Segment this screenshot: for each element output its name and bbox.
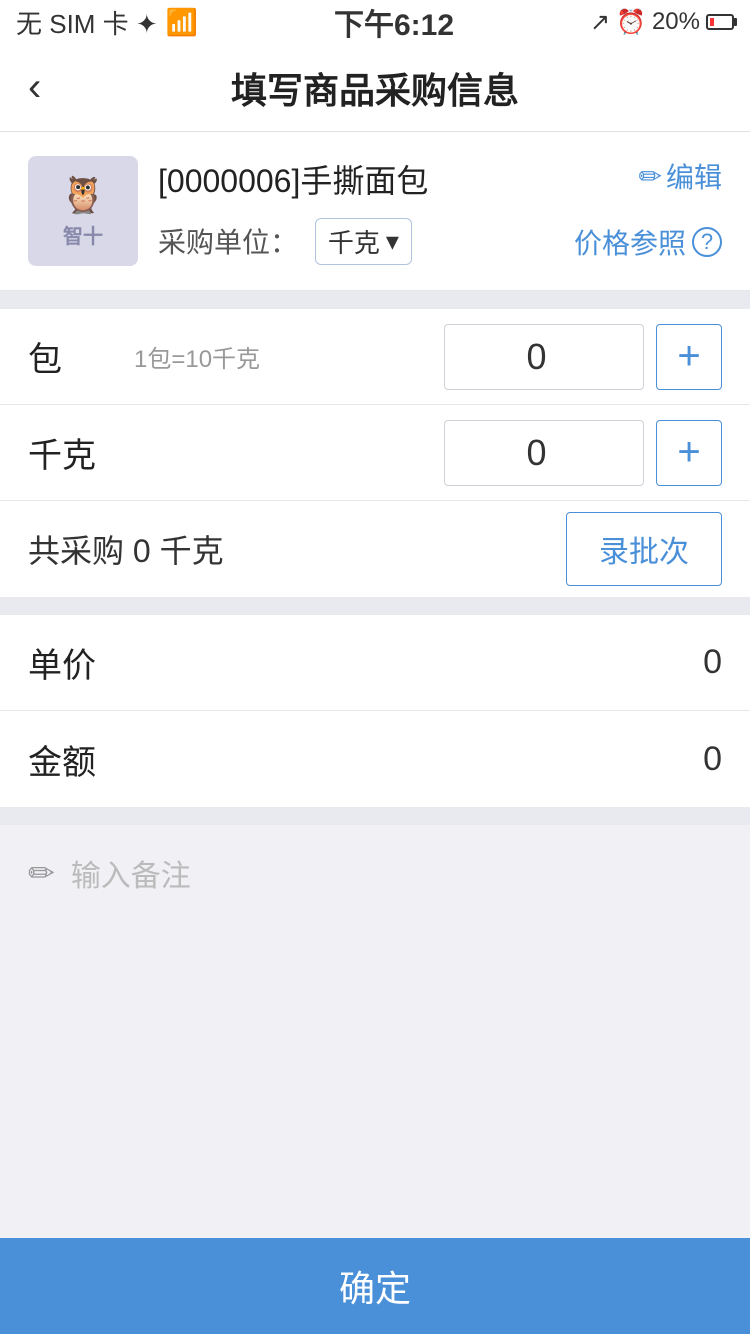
status-left: 无 SIM 卡 ✦ 📶 [16,4,198,41]
help-icon: ? [692,227,722,257]
amount-value: 0 [703,740,722,779]
price-ref-label: 价格参照 [574,222,686,262]
battery-icon [706,14,734,30]
edit-icon: ✏ [639,160,662,193]
kg-input-row: 千克 + [0,405,750,501]
location-icon: ↗ [590,8,610,37]
input-section: 包 1包=10千克 + 千克 + [0,309,750,501]
bag-plus-button[interactable]: + [656,324,722,390]
product-unit-row: 采购单位： 千克 ▾ 价格参照 ? [158,218,722,265]
product-name: [0000006]手撕面包 [158,156,428,202]
remark-placeholder: 输入备注 [71,851,191,895]
kg-quantity-input[interactable] [444,420,644,486]
bag-sublabel: 1包=10千克 [134,339,260,374]
kg-plus-button[interactable]: + [656,420,722,486]
product-icon: 🦉 [61,174,106,216]
status-right: ↗ ⏰ 20% [590,8,734,37]
price-reference-button[interactable]: 价格参照 ? [574,222,722,262]
bag-quantity-input[interactable] [444,324,644,390]
separator-2 [0,597,750,615]
sim-indicator: 无 SIM 卡 ✦ [16,4,158,41]
price-section: 单价 0 金额 0 [0,615,750,807]
kg-input-right: + [444,420,722,486]
unit-selector-container: 采购单位： 千克 ▾ [158,218,412,265]
unit-price-row: 单价 0 [0,615,750,711]
unit-price-label: 单价 [28,638,96,687]
bag-input-row: 包 1包=10千克 + [0,309,750,405]
pencil-icon: ✏ [28,854,55,892]
dropdown-arrow-icon: ▾ [386,226,399,257]
unit-select-dropdown[interactable]: 千克 ▾ [315,218,412,265]
batch-record-button[interactable]: 录批次 [566,512,722,586]
time-display: 下午6:12 [334,0,454,44]
unit-value: 千克 [328,223,380,260]
summary-text: 共采购 0 千克 [28,526,224,572]
status-bar: 无 SIM 卡 ✦ 📶 下午6:12 ↗ ⏰ 20% [0,0,750,44]
unit-label: 采购单位： [158,227,298,258]
summary-row: 共采购 0 千克 录批次 [0,501,750,597]
back-button[interactable]: ‹ [28,65,41,110]
product-info-top: [0000006]手撕面包 ✏ 编辑 [158,156,722,202]
product-card: 🦉 智十 [0000006]手撕面包 ✏ 编辑 采购单位： 千克 ▾ [0,132,750,291]
bag-input-right: + [444,324,722,390]
edit-button[interactable]: ✏ 编辑 [639,156,722,196]
product-thumbnail: 🦉 智十 [28,156,138,266]
battery-percent: 20% [652,8,700,36]
page-title: 填写商品采购信息 [231,62,519,114]
alarm-icon: ⏰ [616,8,646,37]
edit-label: 编辑 [666,156,722,196]
wifi-icon: 📶 [166,7,198,38]
kg-label: 千克 [28,428,128,477]
unit-price-value: 0 [703,643,722,682]
confirm-button[interactable]: 确定 [0,1238,750,1334]
brand-label: 智十 [63,220,103,249]
separator-3 [0,807,750,825]
amount-label: 金额 [28,735,96,784]
remark-section[interactable]: ✏ 输入备注 [0,825,750,921]
confirm-label: 确定 [339,1260,411,1312]
separator-1 [0,291,750,309]
amount-row: 金额 0 [0,711,750,807]
bag-label: 包 [28,332,128,381]
content-fill [0,921,750,1121]
nav-bar: ‹ 填写商品采购信息 [0,44,750,132]
product-info: [0000006]手撕面包 ✏ 编辑 采购单位： 千克 ▾ 价格参照 ? [158,156,722,265]
